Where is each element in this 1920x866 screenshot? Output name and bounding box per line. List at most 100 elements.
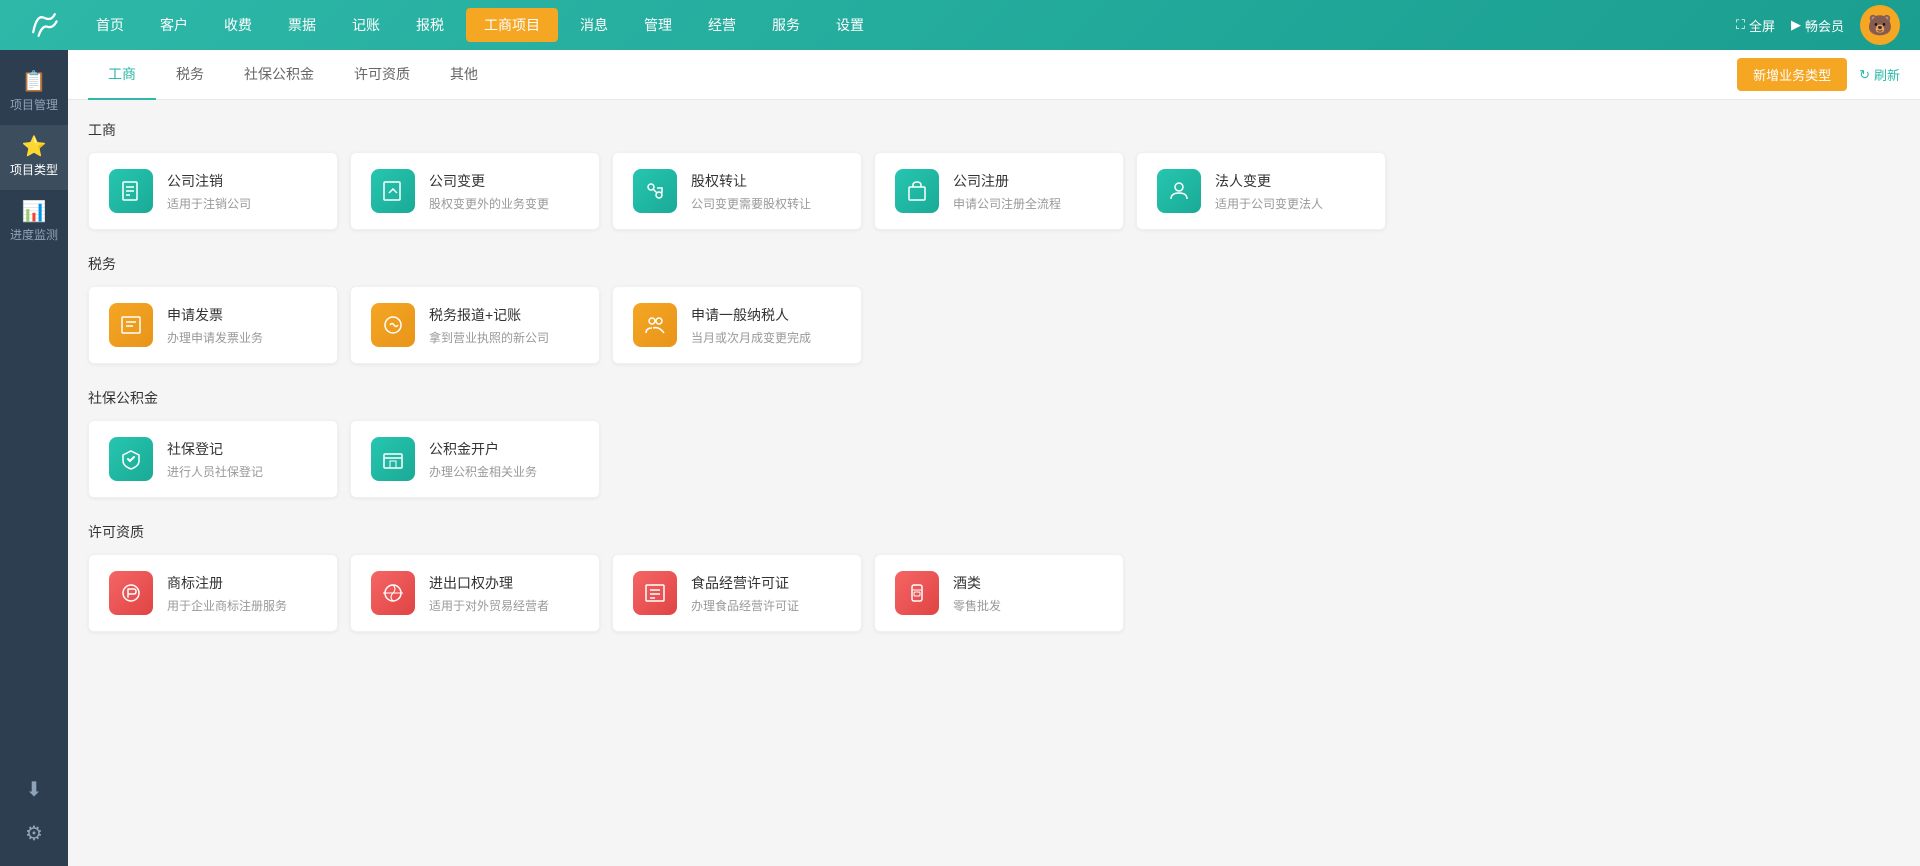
card-equity-transfer[interactable]: 股权转让 公司变更需要股权转让 (612, 152, 862, 230)
refresh-icon: ↻ (1859, 67, 1870, 83)
fullscreen-icon: ⛶ (1736, 17, 1745, 33)
sidebar-item-download[interactable]: ⬇ (0, 768, 68, 812)
tab-shuiwu[interactable]: 税务 (156, 50, 224, 100)
member-button[interactable]: ▶ 畅会员 (1791, 16, 1844, 35)
card-company-cancel[interactable]: 公司注销 适用于注销公司 (88, 152, 338, 230)
tools-icon: ⚙ (25, 824, 43, 844)
member-icon: ▶ (1791, 17, 1801, 33)
company-cancel-icon (109, 169, 153, 213)
tab-other[interactable]: 其他 (430, 50, 498, 100)
card-text: 公积金开户 办理公积金相关业务 (429, 439, 579, 480)
card-desc: 适用于注销公司 (167, 195, 317, 212)
card-tax-accounting[interactable]: 税务报道+记账 拿到营业执照的新公司 (350, 286, 600, 364)
add-business-type-button[interactable]: 新增业务类型 (1737, 58, 1847, 91)
nav-bills[interactable]: 票据 (270, 0, 334, 50)
nav-home[interactable]: 首页 (78, 0, 142, 50)
card-legal-change[interactable]: 法人变更 适用于公司变更法人 (1136, 152, 1386, 230)
card-import-export[interactable]: 进出口权办理 适用于对外贸易经营者 (350, 554, 600, 632)
nav-customer[interactable]: 客户 (142, 0, 206, 50)
shebao-cards-grid: 社保登记 进行人员社保登记 公积金开户 办理公积金相关业务 (88, 420, 1900, 498)
import-export-icon (371, 571, 415, 615)
scroll-content[interactable]: 工商 公司注销 适用于注销公司 公司变更 (68, 100, 1920, 866)
card-title: 申请一般纳税人 (691, 305, 841, 325)
tab-bar: 工商 税务 社保公积金 许可资质 其他 新增业务类型 ↻ 刷新 (68, 50, 1920, 100)
gongshang-cards-grid: 公司注销 适用于注销公司 公司变更 股权变更外的业务变更 (88, 152, 1900, 230)
card-general-taxpayer[interactable]: 申请一般纳税人 当月或次月成变更完成 (612, 286, 862, 364)
nav-items: 首页 客户 收费 票据 记账 报税 工商项目 消息 管理 经营 服务 设置 (78, 0, 1736, 50)
card-text: 公司注销 适用于注销公司 (167, 171, 317, 212)
card-title: 股权转让 (691, 171, 841, 191)
tax-accounting-icon (371, 303, 415, 347)
card-desc: 适用于公司变更法人 (1215, 195, 1365, 212)
card-text: 酒类 零售批发 (953, 573, 1103, 614)
card-title: 公司注销 (167, 171, 317, 191)
equity-transfer-icon (633, 169, 677, 213)
card-desc: 进行人员社保登记 (167, 463, 317, 480)
nav-operations[interactable]: 经营 (690, 0, 754, 50)
card-desc: 办理食品经营许可证 (691, 597, 841, 614)
card-title: 法人变更 (1215, 171, 1365, 191)
content-area: 工商 税务 社保公积金 许可资质 其他 新增业务类型 ↻ 刷新 工商 (68, 50, 1920, 866)
tab-shebao[interactable]: 社保公积金 (224, 50, 334, 100)
nav-settings[interactable]: 设置 (818, 0, 882, 50)
download-icon: ⬇ (26, 780, 43, 800)
tab-gongshang[interactable]: 工商 (88, 50, 156, 100)
card-company-register[interactable]: 公司注册 申请公司注册全流程 (874, 152, 1124, 230)
card-text: 社保登记 进行人员社保登记 (167, 439, 317, 480)
tab-actions: 新增业务类型 ↻ 刷新 (1737, 58, 1900, 91)
company-change-icon (371, 169, 415, 213)
card-text: 申请一般纳税人 当月或次月成变更完成 (691, 305, 841, 346)
nav-fees[interactable]: 收费 (206, 0, 270, 50)
company-register-icon (895, 169, 939, 213)
card-desc: 股权变更外的业务变更 (429, 195, 579, 212)
card-title: 酒类 (953, 573, 1103, 593)
refresh-button[interactable]: ↻ 刷新 (1859, 65, 1900, 84)
card-social-insurance[interactable]: 社保登记 进行人员社保登记 (88, 420, 338, 498)
card-desc: 适用于对外贸易经营者 (429, 597, 579, 614)
section-title-xuke: 许可资质 (88, 522, 1900, 542)
sidebar-item-tools[interactable]: ⚙ (0, 812, 68, 856)
card-title: 公司变更 (429, 171, 579, 191)
nav-management[interactable]: 管理 (626, 0, 690, 50)
card-alcohol[interactable]: 酒类 零售批发 (874, 554, 1124, 632)
social-insurance-icon (109, 437, 153, 481)
sidebar-item-project-management[interactable]: 📋 项目管理 (0, 60, 68, 125)
card-company-change[interactable]: 公司变更 股权变更外的业务变更 (350, 152, 600, 230)
card-text: 法人变更 适用于公司变更法人 (1215, 171, 1365, 212)
fullscreen-button[interactable]: ⛶ 全屏 (1736, 16, 1775, 35)
legal-change-icon (1157, 169, 1201, 213)
nav-right: ⛶ 全屏 ▶ 畅会员 🐻 (1736, 5, 1910, 45)
tab-xuke[interactable]: 许可资质 (334, 50, 430, 100)
nav-messages[interactable]: 消息 (562, 0, 626, 50)
card-text: 申请发票 办理申请发票业务 (167, 305, 317, 346)
left-sidebar: 📋 项目管理 ⭐ 项目类型 📊 进度监测 ⬇ ⚙ (0, 50, 68, 866)
shuiwu-cards-grid: 申请发票 办理申请发票业务 税务报道+记账 拿到营业执照的新公司 (88, 286, 1900, 364)
mascot-avatar[interactable]: 🐻 (1860, 5, 1900, 45)
sidebar-item-project-type[interactable]: ⭐ 项目类型 (0, 125, 68, 190)
food-license-icon (633, 571, 677, 615)
card-food-license[interactable]: 食品经营许可证 办理食品经营许可证 (612, 554, 862, 632)
xuke-cards-grid: 商标注册 用于企业商标注册服务 进出口权办理 适用于对外贸易经营者 (88, 554, 1900, 632)
nav-tax-report[interactable]: 报税 (398, 0, 462, 50)
card-title: 商标注册 (167, 573, 317, 593)
card-title: 食品经营许可证 (691, 573, 841, 593)
progress-monitor-icon: 📊 (22, 202, 47, 222)
nav-services[interactable]: 服务 (754, 0, 818, 50)
card-desc: 零售批发 (953, 597, 1103, 614)
card-desc: 申请公司注册全流程 (953, 195, 1103, 212)
apply-invoice-icon (109, 303, 153, 347)
card-apply-invoice[interactable]: 申请发票 办理申请发票业务 (88, 286, 338, 364)
nav-business-project[interactable]: 工商项目 (466, 8, 558, 42)
card-desc: 办理申请发票业务 (167, 329, 317, 346)
sidebar-item-progress-monitor[interactable]: 📊 进度监测 (0, 190, 68, 255)
main-container: 📋 项目管理 ⭐ 项目类型 📊 进度监测 ⬇ ⚙ 工商 税务 社保公积金 许可 (0, 50, 1920, 866)
trademark-icon (109, 571, 153, 615)
nav-accounting[interactable]: 记账 (334, 0, 398, 50)
card-trademark[interactable]: 商标注册 用于企业商标注册服务 (88, 554, 338, 632)
card-desc: 办理公积金相关业务 (429, 463, 579, 480)
card-housing-fund[interactable]: 公积金开户 办理公积金相关业务 (350, 420, 600, 498)
housing-fund-icon (371, 437, 415, 481)
general-taxpayer-icon (633, 303, 677, 347)
card-title: 进出口权办理 (429, 573, 579, 593)
card-text: 公司变更 股权变更外的业务变更 (429, 171, 579, 212)
